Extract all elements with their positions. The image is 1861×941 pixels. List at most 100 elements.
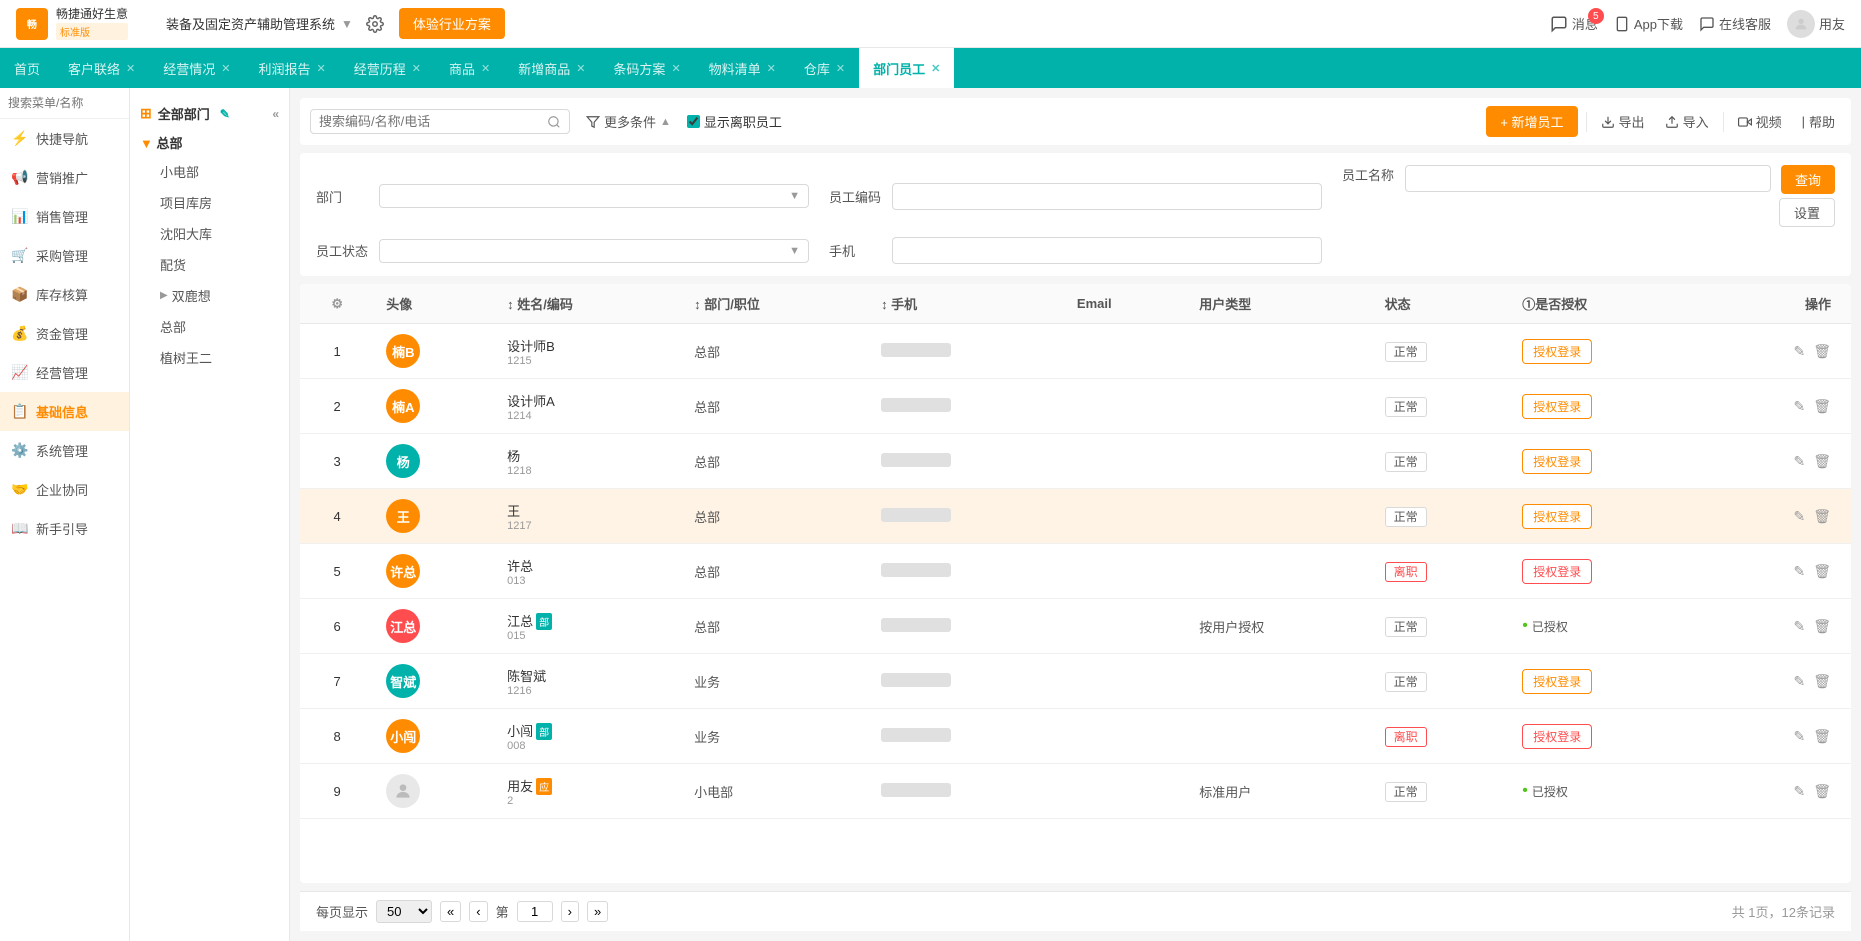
edit-icon[interactable]: ✎: [1793, 398, 1805, 415]
dept-item-distribution[interactable]: 配货: [130, 249, 289, 280]
per-page-select[interactable]: 50 20 100: [376, 900, 432, 923]
show-resigned-input[interactable]: [687, 115, 700, 128]
delete-icon[interactable]: 🗑: [1813, 398, 1831, 415]
set-btn[interactable]: 设置: [1779, 198, 1835, 227]
delete-icon[interactable]: 🗑: [1813, 783, 1831, 800]
sidebar-item-enterprise[interactable]: 🤝 企业协同: [0, 470, 129, 509]
dept-filter-select[interactable]: ▼: [379, 184, 809, 208]
dept-item-plant-king[interactable]: 植树王二: [130, 342, 289, 373]
delete-icon[interactable]: 🗑: [1813, 728, 1831, 745]
sidebar-item-basic-info[interactable]: 📋 基础信息: [0, 392, 129, 431]
th-dept-pos: ↕ 部门/职位: [682, 284, 869, 324]
help-btn[interactable]: | 帮助: [1796, 108, 1841, 135]
auth-login-btn[interactable]: 授权登录: [1522, 449, 1592, 474]
right-content: 更多条件 ▲ 显示离职员工 + 新增员工 导出: [290, 88, 1861, 941]
auth-login-btn[interactable]: 授权登录: [1522, 724, 1592, 749]
delete-icon[interactable]: 🗑: [1813, 673, 1831, 690]
cell-email: [1065, 379, 1187, 434]
edit-icon[interactable]: ✎: [1793, 783, 1805, 800]
sidebar-item-sales[interactable]: 📊 销售管理: [0, 197, 129, 236]
sidebar-item-system[interactable]: ⚙️ 系统管理: [0, 431, 129, 470]
next-page-btn[interactable]: ›: [561, 901, 579, 922]
prev-page-btn[interactable]: ‹: [469, 901, 487, 922]
table-row: 4王王1217总部正常授权登录✎🗑: [300, 489, 1851, 544]
auth-login-btn[interactable]: 授权登录: [1522, 669, 1592, 694]
dept-item-shenyang[interactable]: 沈阳大库: [130, 218, 289, 249]
edit-icon[interactable]: ✎: [1793, 618, 1805, 635]
app-download-btn[interactable]: App下载: [1614, 14, 1683, 33]
delete-icon[interactable]: 🗑: [1813, 508, 1831, 525]
table-row: 3杨杨1218总部正常授权登录✎🗑: [300, 434, 1851, 489]
edit-icon[interactable]: ✎: [1793, 563, 1805, 580]
sidebar-item-inventory[interactable]: 📦 库存核算: [0, 275, 129, 314]
first-page-btn[interactable]: «: [440, 901, 461, 922]
dept-item-headquarters[interactable]: 总部: [130, 311, 289, 342]
phone-filter-input[interactable]: [892, 237, 1322, 264]
dept-item-project-room[interactable]: 项目库房: [130, 187, 289, 218]
tab-customer[interactable]: 客户联络 ✕: [54, 48, 149, 88]
tab-warehouse[interactable]: 仓库 ✕: [790, 48, 859, 88]
settings-icon-btn[interactable]: [361, 10, 389, 38]
emp-code-filter-input[interactable]: [892, 183, 1322, 210]
tab-goods[interactable]: 商品 ✕: [435, 48, 504, 88]
sidebar-search-input[interactable]: [8, 96, 130, 110]
tab-home[interactable]: 首页: [0, 48, 54, 88]
auth-login-btn[interactable]: 授权登录: [1522, 339, 1592, 364]
more-filters-btn[interactable]: 更多条件 ▲: [578, 108, 679, 135]
video-btn[interactable]: 视频: [1732, 108, 1788, 135]
delete-icon[interactable]: 🗑: [1813, 563, 1831, 580]
dept-item-shuanglu[interactable]: ▶ 双鹿想: [130, 280, 289, 311]
sidebar-item-operation[interactable]: 📈 经营管理: [0, 353, 129, 392]
cell-email: [1065, 599, 1187, 654]
employee-search-input[interactable]: [319, 114, 543, 129]
show-resigned-checkbox[interactable]: 显示离职员工: [687, 112, 782, 131]
auth-login-btn[interactable]: 授权登录: [1522, 394, 1592, 419]
message-btn[interactable]: 消息 5: [1550, 14, 1598, 33]
sidebar-item-guide[interactable]: 📖 新手引导: [0, 509, 129, 548]
sidebar-item-purchase[interactable]: 🛒 采购管理: [0, 236, 129, 275]
add-employee-btn[interactable]: + 新增员工: [1486, 106, 1577, 137]
experience-btn[interactable]: 体验行业方案: [399, 8, 505, 39]
authorized-dot: •: [1522, 782, 1528, 800]
cell-dept: 总部: [682, 489, 869, 544]
tab-history[interactable]: 经营历程 ✕: [340, 48, 435, 88]
tab-profit[interactable]: 利润报告 ✕: [244, 48, 339, 88]
delete-icon[interactable]: 🗑: [1813, 343, 1831, 360]
emp-name-filter-input[interactable]: [1405, 165, 1771, 192]
sidebar-item-quick-nav[interactable]: ⚡ 快捷导航: [0, 119, 129, 158]
delete-icon[interactable]: 🗑: [1813, 453, 1831, 470]
import-icon: [1665, 115, 1679, 129]
tab-bom[interactable]: 物料清单 ✕: [695, 48, 790, 88]
cell-auth: 授权登录: [1510, 379, 1706, 434]
dept-item-small-elec[interactable]: 小电部: [130, 156, 289, 187]
delete-icon[interactable]: 🗑: [1813, 618, 1831, 635]
auth-login-btn[interactable]: 授权登录: [1522, 559, 1592, 584]
tab-barcode[interactable]: 条码方案 ✕: [599, 48, 694, 88]
tab-dept-employee[interactable]: 部门员工 ✕: [859, 48, 954, 88]
sidebar-item-finance[interactable]: 💰 资金管理: [0, 314, 129, 353]
dept-group-head[interactable]: ▼ 总部: [130, 129, 289, 156]
current-page-input[interactable]: [517, 901, 553, 922]
auth-login-btn[interactable]: 授权登录: [1522, 504, 1592, 529]
export-btn[interactable]: 导出: [1595, 108, 1651, 135]
sidebar-item-marketing[interactable]: 📢 营销推广: [0, 158, 129, 197]
user-profile-btn[interactable]: 用友: [1787, 10, 1845, 38]
tab-operations[interactable]: 经营情况 ✕: [149, 48, 244, 88]
table-row: 1楠B设计师B1215总部正常授权登录✎🗑: [300, 324, 1851, 379]
edit-icon[interactable]: ✎: [1793, 728, 1805, 745]
tab-new-goods[interactable]: 新增商品 ✕: [504, 48, 599, 88]
last-page-btn[interactable]: »: [587, 901, 608, 922]
edit-icon[interactable]: ✎: [1793, 673, 1805, 690]
import-btn[interactable]: 导入: [1659, 108, 1715, 135]
emp-status-select[interactable]: ▼: [379, 239, 809, 263]
purchase-icon: 🛒: [12, 248, 28, 264]
edit-icon[interactable]: ✎: [1793, 453, 1805, 470]
edit-icon[interactable]: ✎: [1793, 508, 1805, 525]
cell-index: 4: [300, 489, 374, 544]
emp-name: 许总: [507, 556, 670, 575]
dept-collapse-btn[interactable]: «: [272, 107, 279, 121]
query-btn[interactable]: 查询: [1781, 165, 1835, 194]
online-service-btn[interactable]: 在线客服: [1699, 14, 1771, 33]
edit-icon[interactable]: ✎: [1793, 343, 1805, 360]
dept-edit-btn[interactable]: ✎: [220, 107, 230, 121]
